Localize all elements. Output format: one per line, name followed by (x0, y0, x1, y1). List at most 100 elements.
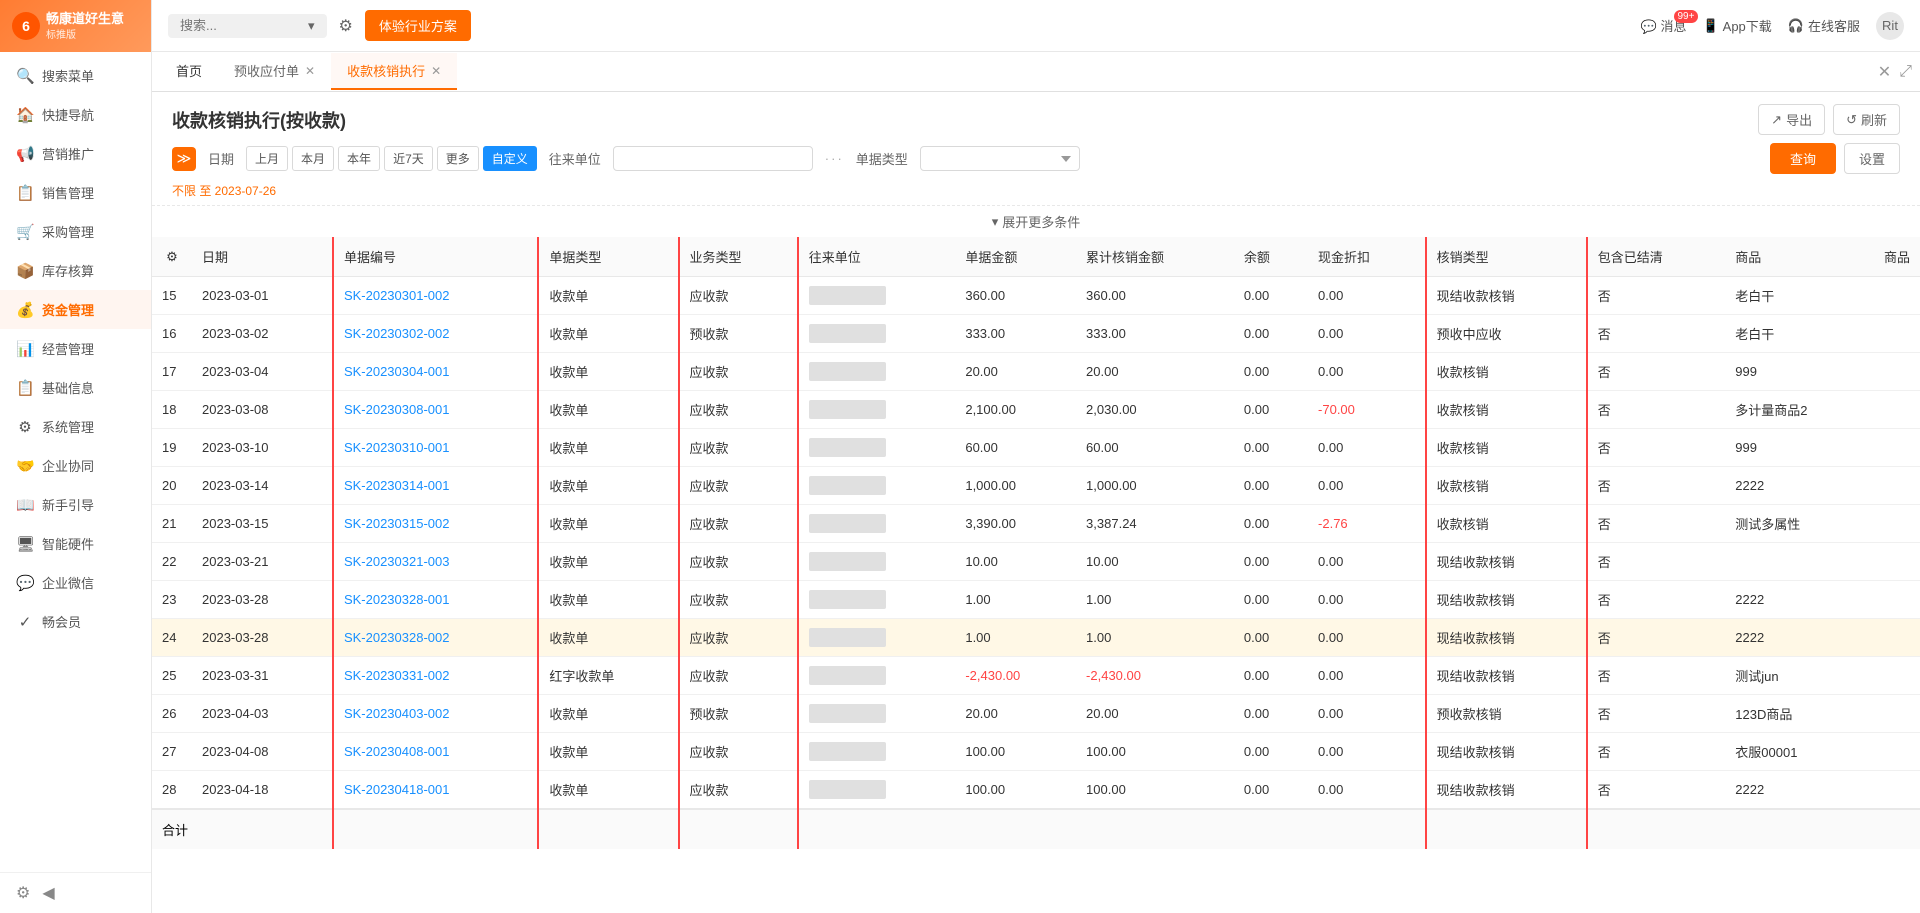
sidebar-item-企业微信[interactable]: 💬企业微信 (0, 563, 151, 602)
sidebar-item-采购管理[interactable]: 🛒采购管理 (0, 212, 151, 251)
tabbar-actions: ✕ ⤢ (1878, 62, 1912, 82)
table-row: 23 2023-03-28 SK-20230328-001 收款单 应收款 ██… (152, 581, 1920, 619)
cell-doc-no: SK-20230418-001 (333, 771, 538, 810)
refresh-button[interactable]: ↺ 刷新 (1833, 104, 1900, 135)
cell-product2 (1874, 619, 1920, 657)
doc-no-link[interactable]: SK-20230321-003 (344, 554, 450, 569)
date-range-display: 不限 至 2023-07-26 (172, 182, 1900, 205)
sidebar-label-6: 资金管理 (42, 300, 94, 319)
cell-include-settled: 否 (1587, 581, 1726, 619)
sidebar-icon-8: 📋 (16, 379, 34, 397)
sidebar-item-资金管理[interactable]: 💰资金管理 (0, 290, 151, 329)
sidebar-item-企业协同[interactable]: 🤝企业协同 (0, 446, 151, 485)
cell-doc-type: 收款单 (538, 391, 678, 429)
cell-doc-no: SK-20230308-001 (333, 391, 538, 429)
cell-partner: ████ (798, 391, 956, 429)
cell-date: 2023-03-10 (192, 429, 333, 467)
filter-collapse-button[interactable]: ≫ (172, 147, 196, 171)
col-header-settings[interactable]: ⚙ (152, 237, 192, 277)
date-this-year[interactable]: 本年 (338, 146, 380, 171)
gear-icon[interactable]: ⚙ (339, 16, 353, 36)
cell-verified: 333.00 (1076, 315, 1234, 353)
date-filter-buttons: 上月 本月 本年 近7天 更多 自定义 (246, 146, 537, 171)
doc-no-link[interactable]: SK-20230314-001 (344, 478, 450, 493)
tab-verify[interactable]: 收款核销执行 ✕ (331, 53, 457, 90)
cell-biz-type: 应收款 (679, 277, 798, 315)
sidebar-item-营销推广[interactable]: 📢营销推广 (0, 134, 151, 173)
export-button[interactable]: ↗ 导出 (1758, 104, 1825, 135)
cell-doc-no: SK-20230302-002 (333, 315, 538, 353)
sidebar-item-系统管理[interactable]: ⚙系统管理 (0, 407, 151, 446)
doc-no-link[interactable]: SK-20230403-002 (344, 706, 450, 721)
cell-partner: ████ (798, 505, 956, 543)
cell-amount: 100.00 (955, 733, 1076, 771)
tab-prepay-close[interactable]: ✕ (305, 64, 315, 78)
doc-no-link[interactable]: SK-20230408-001 (344, 744, 450, 759)
doc-no-link[interactable]: SK-20230310-001 (344, 440, 450, 455)
avatar[interactable]: Rit (1876, 12, 1904, 40)
doc-no-link[interactable]: SK-20230331-002 (344, 668, 450, 683)
date-7days[interactable]: 近7天 (384, 146, 433, 171)
data-table-container[interactable]: ⚙ 日期 单据编号 单据类型 业务类型 往来单位 单据金额 累计核销金额 余额 … (152, 237, 1920, 913)
sidebar-item-库存核算[interactable]: 📦库存核算 (0, 251, 151, 290)
expand-button[interactable]: ⤢ (1899, 62, 1912, 82)
tab-home[interactable]: 首页 (160, 53, 218, 90)
expand-conditions-button[interactable]: ▾ 展开更多条件 (152, 205, 1920, 237)
cell-include-settled: 否 (1587, 543, 1726, 581)
doc-no-link[interactable]: SK-20230302-002 (344, 326, 450, 341)
cell-verify-type: 收款核销 (1426, 429, 1587, 467)
sidebar-item-新手引导[interactable]: 📖新手引导 (0, 485, 151, 524)
solution-button[interactable]: 体验行业方案 (365, 10, 471, 41)
date-this-month[interactable]: 本月 (292, 146, 334, 171)
date-last-month[interactable]: 上月 (246, 146, 288, 171)
tab-verify-close[interactable]: ✕ (431, 64, 441, 78)
doc-no-link[interactable]: SK-20230328-002 (344, 630, 450, 645)
cell-balance: 0.00 (1234, 581, 1308, 619)
doc-no-link[interactable]: SK-20230304-001 (344, 364, 450, 379)
cell-verify-type: 现结收款核销 (1426, 733, 1587, 771)
record-type-select[interactable] (920, 146, 1080, 171)
online-service-link[interactable]: 🎧 在线客服 (1788, 16, 1860, 35)
message-button[interactable]: 💬 消息 99+ (1641, 16, 1687, 35)
doc-no-link[interactable]: SK-20230418-001 (344, 782, 450, 797)
sidebar-label-10: 企业协同 (42, 456, 94, 475)
sidebar-item-快捷导航[interactable]: 🏠快捷导航 (0, 95, 151, 134)
date-more[interactable]: 更多 (437, 146, 479, 171)
doc-no-link[interactable]: SK-20230328-001 (344, 592, 450, 607)
cell-partner: ████ (798, 657, 956, 695)
cell-partner: ████ (798, 619, 956, 657)
page-header: 收款核销执行(按收款) ↗ 导出 ↺ 刷新 (152, 92, 1920, 135)
settings-button[interactable]: 设置 (1844, 143, 1900, 174)
sidebar-item-基础信息[interactable]: 📋基础信息 (0, 368, 151, 407)
sidebar-item-经营管理[interactable]: 📊经营管理 (0, 329, 151, 368)
search-input[interactable] (180, 18, 300, 33)
cell-verified: 10.00 (1076, 543, 1234, 581)
collapse-icon[interactable]: ◀ (42, 883, 54, 903)
app-download-link[interactable]: 📱 App下载 (1702, 16, 1771, 35)
sidebar-label-5: 库存核算 (42, 261, 94, 280)
footer-balance (1234, 809, 1308, 849)
cell-no: 27 (152, 733, 192, 771)
sidebar-item-畅会员[interactable]: ✓畅会员 (0, 602, 151, 641)
sidebar-item-搜索菜单[interactable]: 🔍搜索菜单 (0, 56, 151, 95)
data-table: ⚙ 日期 单据编号 单据类型 业务类型 往来单位 单据金额 累计核销金额 余额 … (152, 237, 1920, 849)
doc-no-link[interactable]: SK-20230301-002 (344, 288, 450, 303)
search-breadcrumb[interactable]: ▾ (168, 14, 327, 38)
doc-no-link[interactable]: SK-20230315-002 (344, 516, 450, 531)
sidebar-icon-9: ⚙ (16, 418, 34, 436)
cell-verified: 360.00 (1076, 277, 1234, 315)
cell-product2 (1874, 467, 1920, 505)
doc-no-link[interactable]: SK-20230308-001 (344, 402, 450, 417)
footer-label: 合计 (152, 809, 333, 849)
sidebar-item-销售管理[interactable]: 📋销售管理 (0, 173, 151, 212)
settings-icon[interactable]: ⚙ (16, 883, 30, 903)
date-custom[interactable]: 自定义 (483, 146, 537, 171)
tab-verify-label: 收款核销执行 (347, 61, 425, 80)
cell-biz-type: 应收款 (679, 581, 798, 619)
tab-prepay[interactable]: 预收应付单 ✕ (218, 53, 331, 90)
close-all-button[interactable]: ✕ (1878, 62, 1891, 82)
query-button[interactable]: 查询 (1770, 143, 1836, 174)
sidebar-item-智能硬件[interactable]: 🖥智能硬件 (0, 524, 151, 563)
cell-discount: 0.00 (1308, 429, 1426, 467)
partner-input[interactable] (613, 146, 813, 171)
